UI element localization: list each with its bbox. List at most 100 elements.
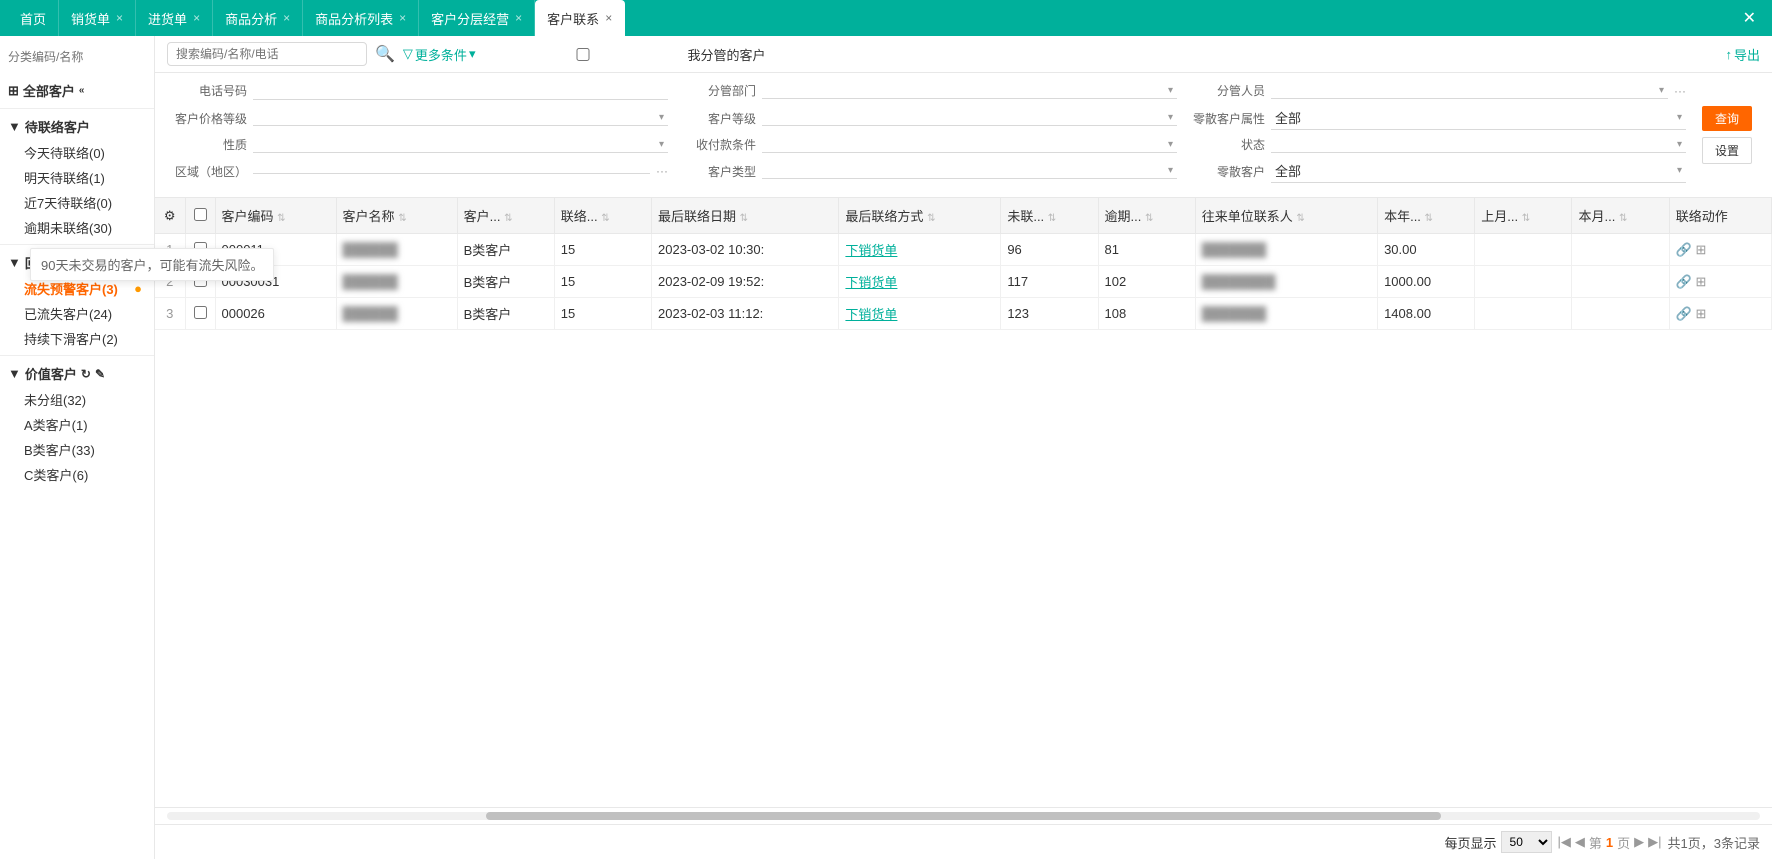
th-uncontact[interactable]: 未联... ⇅: [1001, 198, 1098, 234]
customer-level-select[interactable]: ▾: [762, 110, 1177, 126]
th-contact-num[interactable]: 联络... ⇅: [554, 198, 651, 234]
th-name[interactable]: 客户名称 ⇅: [336, 198, 457, 234]
row-last-month-1: [1475, 234, 1572, 266]
export-button[interactable]: ↑ 导出: [1725, 45, 1760, 64]
tab-customer-tier[interactable]: 客户分层经营 ×: [419, 0, 535, 36]
th-code[interactable]: 客户编码 ⇅: [215, 198, 336, 234]
th-unit-contact[interactable]: 往来单位联系人 ⇅: [1195, 198, 1377, 234]
manager-select[interactable]: ▾: [1271, 83, 1668, 99]
row-action-3[interactable]: 🔗 ⊞: [1669, 298, 1771, 330]
sidebar-item-7days-contact[interactable]: 近7天待联络(0): [0, 190, 154, 215]
close-icon[interactable]: ×: [116, 11, 123, 25]
row-action-2[interactable]: 🔗 ⊞: [1669, 266, 1771, 298]
chevron-down-icon: ▾: [1168, 85, 1173, 96]
arrow-down-icon: ▼: [8, 119, 21, 134]
price-level-select[interactable]: ▾: [253, 110, 668, 126]
filter-customer-type: 客户类型 ▾: [676, 163, 1177, 180]
scattered-customer-select[interactable]: 全部 ▾: [1271, 159, 1686, 183]
table-row: 1 000011 ██████ B类客户 15 2023-03-02 10:30…: [155, 234, 1772, 266]
row-last-way-2[interactable]: 下销货单: [839, 266, 1001, 298]
my-customer-checkbox-label[interactable]: 我分管的客户: [483, 45, 765, 64]
per-page-select[interactable]: 50 100 200: [1501, 831, 1552, 853]
tab-customer-contact[interactable]: 客户联系 ×: [535, 0, 625, 36]
filter-manager: 分管人员 ▾ ···: [1185, 82, 1686, 99]
sidebar-all-customers[interactable]: ⊞ 全部客户 «: [0, 77, 154, 104]
horizontal-scrollbar[interactable]: [155, 807, 1772, 824]
close-icon[interactable]: ×: [193, 11, 200, 25]
phone-input[interactable]: [253, 81, 668, 100]
scattered-attr-select[interactable]: 全部 ▾: [1271, 106, 1686, 130]
sidebar-item-class-b[interactable]: B类客户(33): [0, 437, 154, 462]
window-close-button[interactable]: ✕: [1735, 8, 1764, 28]
next-page-button[interactable]: ▶: [1634, 834, 1644, 850]
prev-page-button[interactable]: ◀: [1575, 834, 1585, 850]
th-this-year[interactable]: 本年... ⇅: [1378, 198, 1475, 234]
row-action-1[interactable]: 🔗 ⊞: [1669, 234, 1771, 266]
sidebar-item-declining[interactable]: 持续下滑客户(2): [0, 326, 154, 351]
sidebar-item-class-a[interactable]: A类客户(1): [0, 412, 154, 437]
tab-product-list[interactable]: 商品分析列表 ×: [303, 0, 419, 36]
filter-more-button[interactable]: ▽ 更多条件 ▾: [403, 45, 476, 64]
settings-button[interactable]: 设置: [1702, 137, 1752, 164]
area-select[interactable]: [253, 169, 650, 174]
row-last-way-1[interactable]: 下销货单: [839, 234, 1001, 266]
search-button[interactable]: 🔍: [375, 44, 395, 64]
sidebar-search-input[interactable]: [8, 50, 155, 64]
dept-select[interactable]: ▾: [762, 83, 1177, 99]
row-overdue-1: 81: [1098, 234, 1195, 266]
nature-select[interactable]: ▾: [253, 137, 668, 153]
select-all-checkbox[interactable]: [194, 208, 207, 221]
sidebar-item-ungrouped[interactable]: 未分组(32): [0, 387, 154, 412]
payment-select[interactable]: ▾: [762, 137, 1177, 153]
filter-dept: 分管部门 ▾: [676, 82, 1177, 99]
tab-sales[interactable]: 销货单 ×: [59, 0, 136, 36]
tab-home[interactable]: 首页: [8, 0, 59, 36]
row-last-way-3[interactable]: 下销货单: [839, 298, 1001, 330]
th-last-contact-way[interactable]: 最后联络方式 ⇅: [839, 198, 1001, 234]
sidebar-item-today-contact[interactable]: 今天待联络(0): [0, 140, 154, 165]
sidebar-group-value[interactable]: ▼ 价值客户 ↻ ✎: [0, 360, 154, 387]
first-page-button[interactable]: |◀: [1558, 834, 1571, 850]
more-icon[interactable]: ···: [1674, 84, 1686, 98]
area-more-icon[interactable]: ···: [656, 164, 668, 178]
tooltip-review-customers: 90天未交易的客户，可能有流失风险。: [30, 248, 155, 281]
th-last-month[interactable]: 上月... ⇅: [1475, 198, 1572, 234]
tab-purchase[interactable]: 进货单 ×: [136, 0, 213, 36]
filter-payment: 收付款条件 ▾: [676, 136, 1177, 153]
row-code-3: 000026: [215, 298, 336, 330]
sidebar-item-overdue-contact[interactable]: 逾期未联络(30): [0, 215, 154, 240]
customer-type-select[interactable]: ▾: [762, 163, 1177, 179]
th-last-contact-date[interactable]: 最后联络日期 ⇅: [652, 198, 839, 234]
chevron-down-icon: ▾: [659, 139, 664, 150]
close-icon[interactable]: ×: [605, 11, 612, 25]
row-num-3: 3: [155, 298, 185, 330]
tab-product-analysis[interactable]: 商品分析 ×: [213, 0, 303, 36]
table-row: 2 00030031 ██████ B类客户 15 2023-02-09 19:…: [155, 266, 1772, 298]
row-checkbox-3[interactable]: [185, 298, 215, 330]
th-checkbox[interactable]: [185, 198, 215, 234]
search-input[interactable]: [167, 42, 367, 66]
sidebar-search-container: 🔍: [0, 44, 154, 69]
page-nav: |◀ ◀ 第 1 页 ▶ ▶|: [1558, 833, 1662, 852]
sidebar-item-class-c[interactable]: C类客户(6): [0, 462, 154, 487]
status-select[interactable]: ▾: [1271, 137, 1686, 153]
th-settings[interactable]: ⚙: [155, 198, 185, 234]
last-page-button[interactable]: ▶|: [1648, 834, 1661, 850]
chevron-down-icon: ▾: [1677, 112, 1682, 123]
query-button[interactable]: 查询: [1702, 106, 1752, 131]
scrollbar-thumb[interactable]: [486, 812, 1442, 820]
close-icon[interactable]: ×: [283, 11, 290, 25]
close-icon[interactable]: ×: [399, 11, 406, 25]
edit-icon[interactable]: ✎: [95, 367, 105, 381]
close-icon[interactable]: ×: [515, 11, 522, 25]
row-last-month-2: [1475, 266, 1572, 298]
row-this-month-3: [1572, 298, 1669, 330]
sidebar-group-pending[interactable]: ▼ 待联络客户: [0, 113, 154, 140]
th-type[interactable]: 客户... ⇅: [457, 198, 554, 234]
th-overdue[interactable]: 逾期... ⇅: [1098, 198, 1195, 234]
sidebar-item-tomorrow-contact[interactable]: 明天待联络(1): [0, 165, 154, 190]
refresh-icon[interactable]: ↻: [81, 367, 91, 381]
my-customer-checkbox[interactable]: [483, 48, 683, 61]
sidebar-item-churned[interactable]: 已流失客户(24): [0, 301, 154, 326]
th-this-month[interactable]: 本月... ⇅: [1572, 198, 1669, 234]
